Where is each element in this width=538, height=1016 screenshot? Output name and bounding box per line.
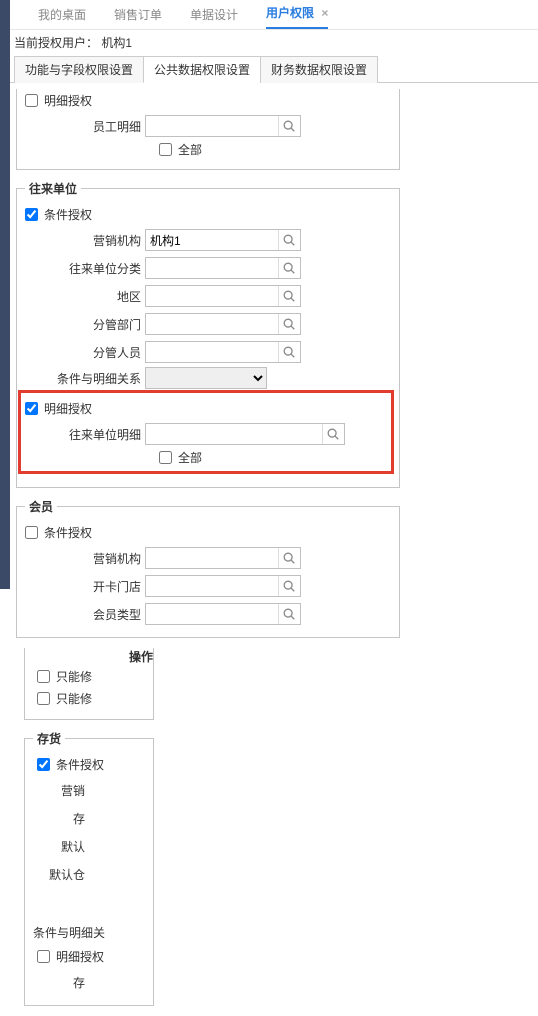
chk-only-mod-1[interactable] xyxy=(37,670,50,683)
search-icon[interactable] xyxy=(278,258,298,278)
label-ch-1: 营销 xyxy=(33,782,89,799)
legend-hy: 会员 xyxy=(25,498,57,515)
input-employee-detail[interactable] xyxy=(146,117,278,135)
label-hy-kkmd: 开卡门店 xyxy=(25,578,145,595)
input-fgry[interactable] xyxy=(146,343,278,361)
all-label: 全部 xyxy=(178,449,202,466)
lookup-yxjg[interactable] xyxy=(145,229,301,251)
chk-label: 只能修 xyxy=(56,668,92,685)
tab-user-permission[interactable]: 用户权限 × xyxy=(266,4,328,29)
section-employee-detail: 明细授权 员工明细 全部 xyxy=(16,89,400,170)
lookup-fgbm[interactable] xyxy=(145,313,301,335)
lookup-fgry[interactable] xyxy=(145,341,301,363)
chk-label: 条件授权 xyxy=(44,206,92,223)
input-hy-hylx[interactable] xyxy=(146,605,278,623)
input-wldwmx[interactable] xyxy=(146,425,322,443)
legend-wldw: 往来单位 xyxy=(25,180,81,197)
label-dq: 地区 xyxy=(25,288,145,305)
label-ch-2: 存 xyxy=(33,810,89,827)
input-hy-kkmd[interactable] xyxy=(146,577,278,595)
chk-label: 只能修 xyxy=(56,690,92,707)
search-icon[interactable] xyxy=(278,548,298,568)
tab-form-design[interactable]: 单据设计 xyxy=(190,6,238,29)
label-employee-detail: 员工明细 xyxy=(25,118,145,135)
chk-label: 明细授权 xyxy=(56,948,104,965)
lookup-hy-hylx[interactable] xyxy=(145,603,301,625)
section-wldw: 往来单位 条件授权 营销机构 往来单位分类 xyxy=(16,180,400,488)
chk-cond-hy[interactable] xyxy=(25,526,38,539)
select-rel-wldw[interactable] xyxy=(145,367,267,389)
search-icon[interactable] xyxy=(278,230,298,250)
main-tabs: 我的桌面 销售订单 单据设计 用户权限 × xyxy=(10,0,538,30)
label-ch-4: 默认仓 xyxy=(33,866,89,883)
subtab-function-field[interactable]: 功能与字段权限设置 xyxy=(14,56,144,83)
lookup-wldwmx[interactable] xyxy=(145,423,345,445)
lookup-employee-detail[interactable] xyxy=(145,115,301,137)
sub-tabs: 功能与字段权限设置 公共数据权限设置 财务数据权限设置 xyxy=(10,55,538,83)
lookup-dq[interactable] xyxy=(145,285,301,307)
label-fgbm: 分管部门 xyxy=(25,316,145,333)
chk-detail-auth-employee[interactable] xyxy=(25,94,38,107)
current-user-line: 当前授权用户： 机构1 xyxy=(10,30,538,55)
chk-label: 明细授权 xyxy=(44,92,92,109)
legend-ch: 存货 xyxy=(33,730,65,747)
search-icon[interactable] xyxy=(322,424,342,444)
search-icon[interactable] xyxy=(278,314,298,334)
chk-all-wldw[interactable] xyxy=(159,451,172,464)
chk-label: 条件授权 xyxy=(56,756,104,773)
chk-detail-wldw[interactable] xyxy=(25,402,38,415)
subtab-finance-data[interactable]: 财务数据权限设置 xyxy=(260,56,378,83)
search-icon[interactable] xyxy=(278,342,298,362)
lookup-hy-kkmd[interactable] xyxy=(145,575,301,597)
chk-label: 明细授权 xyxy=(44,400,92,417)
chk-only-mod-2[interactable] xyxy=(37,692,50,705)
label-wldwfl: 往来单位分类 xyxy=(25,260,145,277)
chk-all-employee[interactable] xyxy=(159,143,172,156)
section-op-right: 操作 只能修 只能修 xyxy=(24,648,154,720)
legend-op: 操作 xyxy=(33,648,153,665)
input-yxjg[interactable] xyxy=(146,231,278,249)
label-ch-rel: 条件与明细关 xyxy=(33,924,109,941)
label-ch-stock: 存 xyxy=(33,974,89,991)
label-yxjg: 营销机构 xyxy=(25,232,145,249)
search-icon[interactable] xyxy=(278,576,298,596)
input-dq[interactable] xyxy=(146,287,278,305)
input-hy-yxjg[interactable] xyxy=(146,549,278,567)
tab-label: 用户权限 xyxy=(266,6,314,20)
search-icon[interactable] xyxy=(278,286,298,306)
label-hy-yxjg: 营销机构 xyxy=(25,550,145,567)
label-rel: 条件与明细关系 xyxy=(25,370,145,387)
chk-label: 条件授权 xyxy=(44,524,92,541)
search-icon[interactable] xyxy=(278,116,298,136)
info-prefix: 当前授权用户： xyxy=(14,36,98,50)
highlight-box: 明细授权 往来单位明细 全部 xyxy=(21,393,391,471)
tab-desktop[interactable]: 我的桌面 xyxy=(38,6,86,29)
info-user: 机构1 xyxy=(101,36,132,50)
label-ch-3: 默认 xyxy=(33,838,89,855)
label-hy-hylx: 会员类型 xyxy=(25,606,145,623)
section-hy: 会员 条件授权 营销机构 开卡门店 xyxy=(16,498,400,638)
section-ch: 存货 条件授权 营销 存 默认 默认仓 条件与明细关 明细授权 存 xyxy=(24,730,154,1006)
label-fgry: 分管人员 xyxy=(25,344,145,361)
lookup-wldwfl[interactable] xyxy=(145,257,301,279)
subtab-public-data[interactable]: 公共数据权限设置 xyxy=(143,56,261,83)
all-label: 全部 xyxy=(178,141,202,158)
input-wldwfl[interactable] xyxy=(146,259,278,277)
label-wldwmx: 往来单位明细 xyxy=(25,426,145,443)
lookup-hy-yxjg[interactable] xyxy=(145,547,301,569)
chk-cond-wldw[interactable] xyxy=(25,208,38,221)
chk-cond-ch[interactable] xyxy=(37,758,50,771)
close-icon[interactable]: × xyxy=(321,6,328,20)
input-fgbm[interactable] xyxy=(146,315,278,333)
chk-detail-ch[interactable] xyxy=(37,950,50,963)
tab-sales-order[interactable]: 销售订单 xyxy=(114,6,162,29)
search-icon[interactable] xyxy=(278,604,298,624)
